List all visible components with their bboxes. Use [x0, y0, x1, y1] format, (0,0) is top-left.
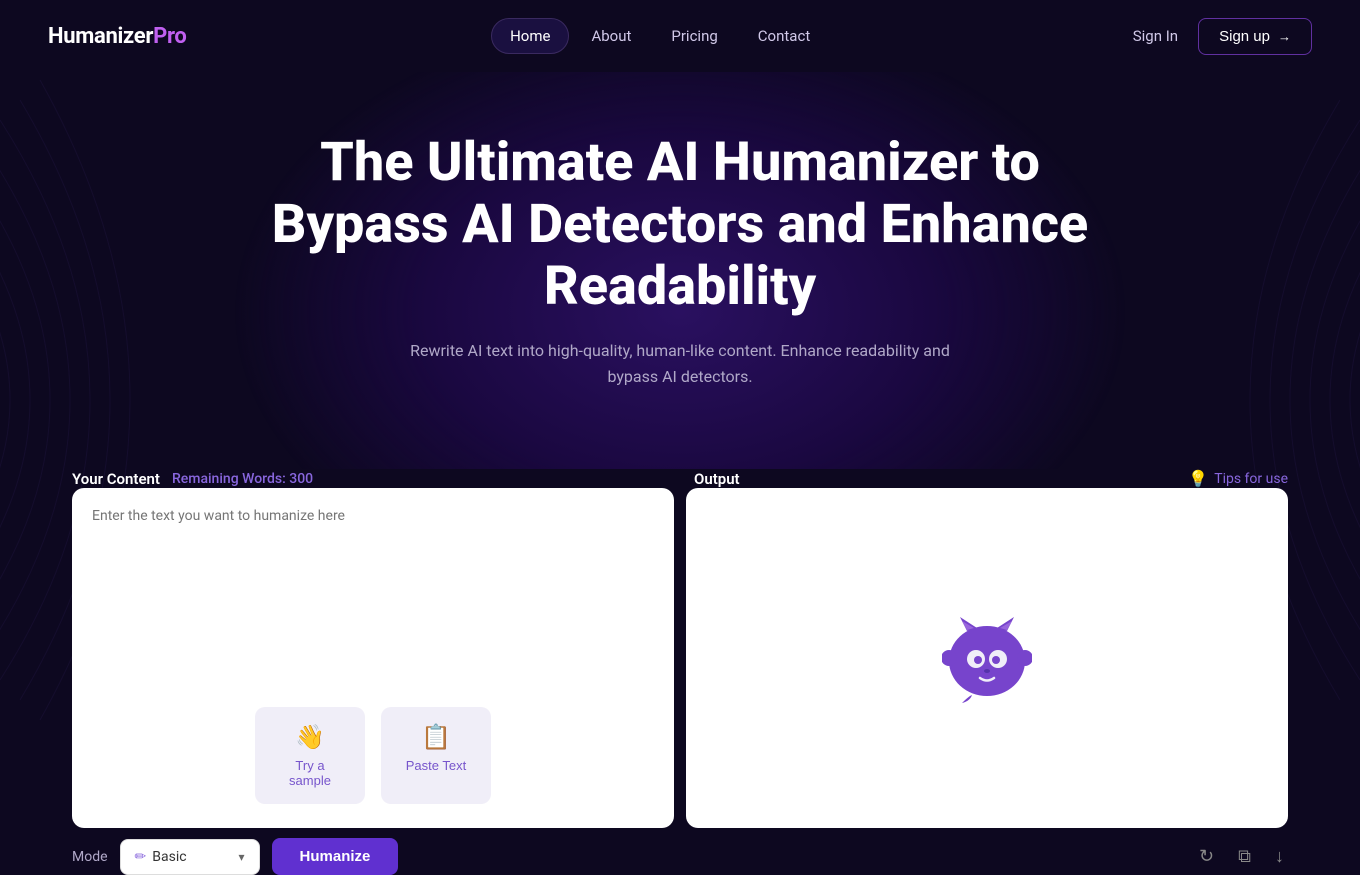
- output-label: Output: [694, 470, 740, 488]
- try-sample-label: Try a sample: [279, 758, 341, 788]
- remaining-words: Remaining Words: 300: [172, 471, 313, 487]
- sign-up-button[interactable]: Sign up →: [1198, 18, 1312, 55]
- label-right: Output 💡 Tips for use: [686, 469, 1288, 488]
- lightbulb-icon: 💡: [1188, 469, 1208, 488]
- refresh-button[interactable]: ↻: [1195, 842, 1218, 871]
- nav-links: Home About Pricing Contact: [491, 18, 828, 54]
- editor-section: Your Content Remaining Words: 300 Output…: [40, 469, 1320, 875]
- nav-contact[interactable]: Contact: [740, 19, 828, 53]
- download-icon: ↓: [1275, 846, 1284, 866]
- wave-icon: 👋: [295, 723, 325, 752]
- try-sample-button[interactable]: 👋 Try a sample: [255, 707, 365, 804]
- editor-labels: Your Content Remaining Words: 300 Output…: [72, 469, 1288, 488]
- refresh-icon: ↻: [1199, 846, 1214, 866]
- mode-label: Mode: [72, 849, 108, 865]
- humanize-button[interactable]: Humanize: [272, 838, 399, 875]
- logo: HumanizerPro: [48, 24, 187, 49]
- logo-text-white: Humanizer: [48, 24, 153, 49]
- nav-about[interactable]: About: [573, 19, 649, 53]
- sign-in-link[interactable]: Sign In: [1133, 27, 1178, 45]
- paste-text-label: Paste Text: [406, 758, 466, 773]
- mascot: [942, 613, 1032, 703]
- tips-label: Tips for use: [1214, 471, 1288, 487]
- tips-button[interactable]: 💡 Tips for use: [1188, 469, 1288, 488]
- bottom-bar: Mode ✏ Basic ▾ Humanize ↻ ⧉: [72, 828, 1288, 875]
- nav-right: Sign In Sign up →: [1133, 18, 1312, 55]
- hero-subtext: Rewrite AI text into high-quality, human…: [400, 338, 960, 389]
- output-actions: ↻ ⧉ ↓: [1195, 842, 1288, 871]
- logo-text-purple: Pro: [153, 24, 186, 49]
- pencil-icon: ✏: [135, 849, 147, 865]
- input-panel: 👋 Try a sample 📋 Paste Text: [72, 488, 674, 828]
- hero-section: The Ultimate AI Humanizer to Bypass AI D…: [0, 72, 1360, 469]
- mode-section: Mode ✏ Basic ▾ Humanize: [72, 838, 398, 875]
- paste-text-button[interactable]: 📋 Paste Text: [381, 707, 491, 804]
- copy-icon: ⧉: [1238, 846, 1251, 866]
- sample-paste-buttons: 👋 Try a sample 📋 Paste Text: [255, 707, 491, 804]
- label-left: Your Content Remaining Words: 300: [72, 469, 674, 488]
- navbar: HumanizerPro Home About Pricing Contact …: [0, 0, 1360, 72]
- download-button[interactable]: ↓: [1271, 842, 1288, 871]
- your-content-label: Your Content: [72, 470, 160, 488]
- copy-button[interactable]: ⧉: [1234, 842, 1255, 871]
- nav-home[interactable]: Home: [491, 18, 569, 54]
- arrow-right-icon: →: [1278, 29, 1291, 44]
- clipboard-icon: 📋: [421, 723, 451, 752]
- hero-headline: The Ultimate AI Humanizer to Bypass AI D…: [230, 132, 1130, 318]
- nav-pricing[interactable]: Pricing: [653, 19, 735, 53]
- mode-value: Basic: [152, 849, 186, 865]
- mode-select[interactable]: ✏ Basic ▾: [120, 839, 260, 875]
- chevron-down-icon: ▾: [239, 850, 245, 864]
- output-panel: [686, 488, 1288, 828]
- editor-panels: 👋 Try a sample 📋 Paste Text: [72, 488, 1288, 828]
